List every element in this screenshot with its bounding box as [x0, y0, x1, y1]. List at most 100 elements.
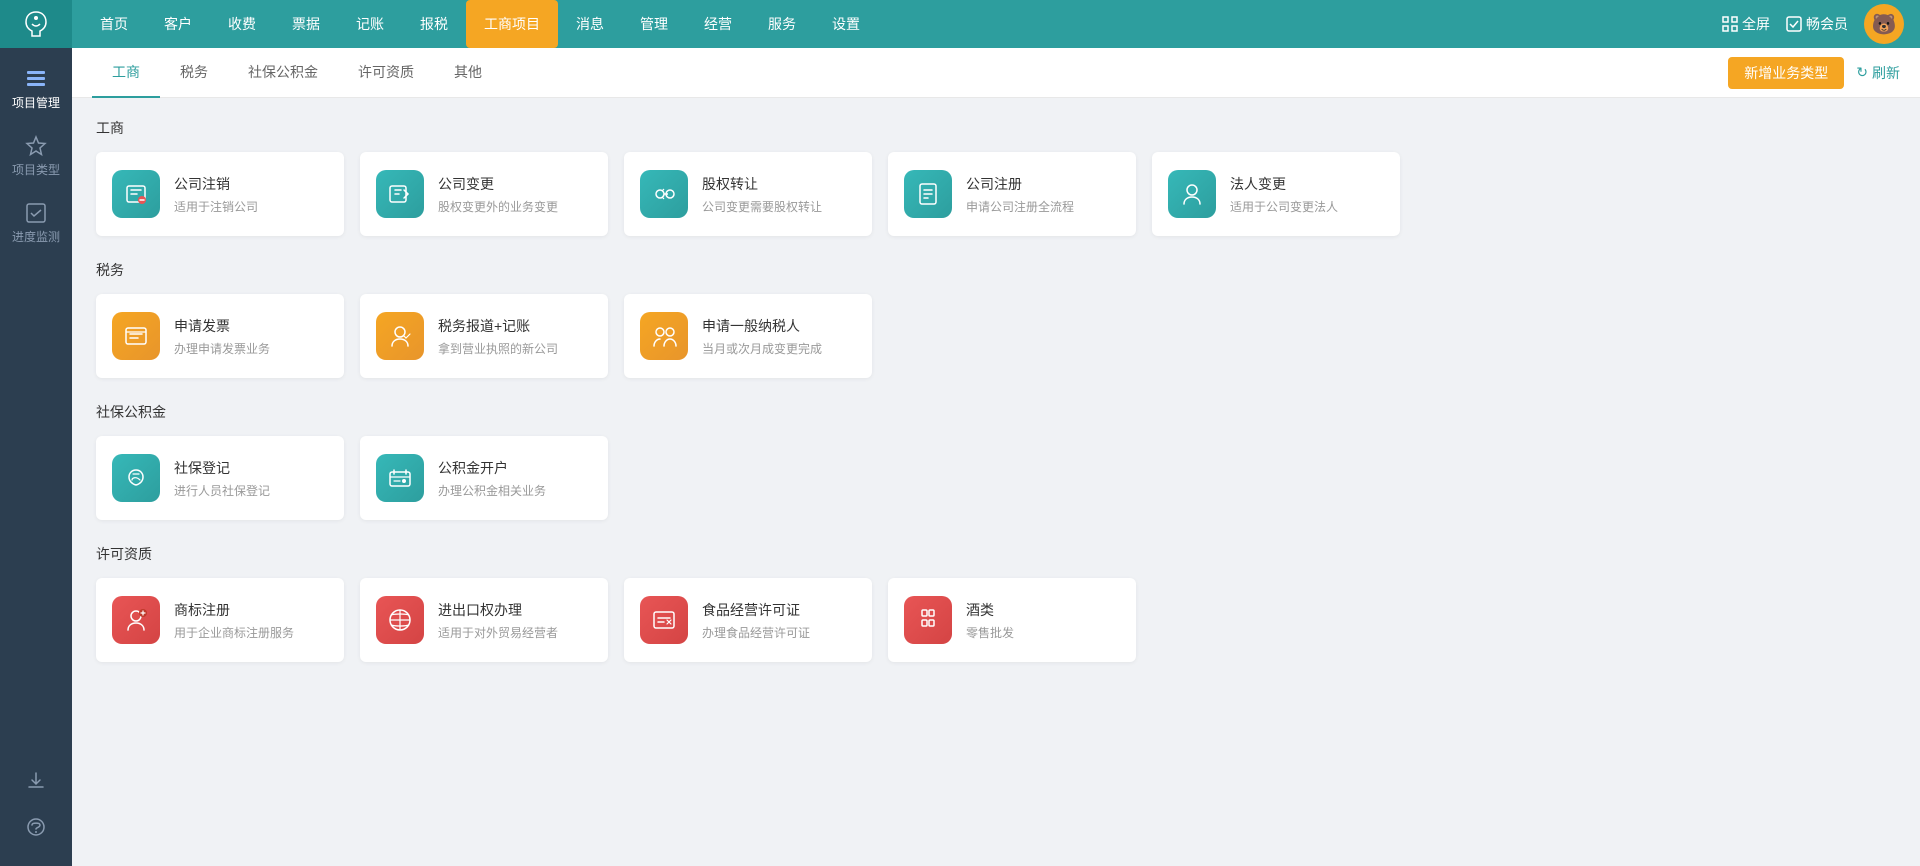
card-desc-company-change: 股权变更外的业务变更 — [438, 198, 558, 215]
nav-customer[interactable]: 客户 — [146, 0, 210, 48]
card-desc-fund-open: 办理公积金相关业务 — [438, 482, 546, 499]
tab-other[interactable]: 其他 — [434, 48, 502, 98]
card-trademark[interactable]: 商标注册 用于企业商标注册服务 — [96, 578, 344, 662]
card-icon-alcohol — [904, 596, 952, 644]
sidebar-item-project-manage[interactable]: 项目管理 — [0, 56, 72, 123]
card-text-equity-transfer: 股权转让 公司变更需要股权转让 — [702, 174, 822, 215]
card-text-trademark: 商标注册 用于企业商标注册服务 — [174, 600, 294, 641]
sidebar-label-prog: 进度监测 — [12, 228, 60, 245]
card-icon-company-cancel — [112, 170, 160, 218]
mascot-icon: 🐻 — [1864, 4, 1904, 44]
card-text-alcohol: 酒类 零售批发 — [966, 600, 1014, 641]
card-text-fund-open: 公积金开户 办理公积金相关业务 — [438, 458, 546, 499]
card-social-register[interactable]: 社保登记 进行人员社保登记 — [96, 436, 344, 520]
card-title-import-export: 进出口权办理 — [438, 600, 558, 620]
card-desc-general-taxpayer: 当月或次月成变更完成 — [702, 340, 822, 357]
refresh-icon: ↻ — [1856, 64, 1868, 81]
card-text-social-register: 社保登记 进行人员社保登记 — [174, 458, 270, 499]
card-icon-company-change — [376, 170, 424, 218]
nav-message[interactable]: 消息 — [558, 0, 622, 48]
card-icon-trademark — [112, 596, 160, 644]
card-icon-import-export — [376, 596, 424, 644]
section-license: 许可资质 商标注册 用于企业商 — [96, 544, 1896, 662]
nav-bizproject[interactable]: 工商项目 — [466, 0, 558, 48]
card-food-license[interactable]: 食品经营许可证 办理食品经营许可证 — [624, 578, 872, 662]
card-fund-open[interactable]: 公积金开户 办理公积金相关业务 — [360, 436, 608, 520]
card-title-equity-transfer: 股权转让 — [702, 174, 822, 194]
card-title-tax-accounting: 税务报道+记账 — [438, 316, 558, 336]
card-text-food-license: 食品经营许可证 办理食品经营许可证 — [702, 600, 810, 641]
nav-invoice[interactable]: 票据 — [274, 0, 338, 48]
card-title-general-taxpayer: 申请一般纳税人 — [702, 316, 822, 336]
card-alcohol[interactable]: 酒类 零售批发 — [888, 578, 1136, 662]
nav-service[interactable]: 服务 — [750, 0, 814, 48]
card-company-cancel[interactable]: 公司注销 适用于注销公司 — [96, 152, 344, 236]
nav-home[interactable]: 首页 — [82, 0, 146, 48]
card-icon-general-taxpayer — [640, 312, 688, 360]
tab-social[interactable]: 社保公积金 — [228, 48, 338, 98]
card-title-alcohol: 酒类 — [966, 600, 1014, 620]
sidebar-item-progress[interactable]: 进度监测 — [0, 190, 72, 257]
card-title-company-register: 公司注册 — [966, 174, 1074, 194]
nav-settings[interactable]: 设置 — [814, 0, 878, 48]
card-desc-legal-change: 适用于公司变更法人 — [1230, 198, 1338, 215]
card-desc-company-cancel: 适用于注销公司 — [174, 198, 258, 215]
card-desc-apply-invoice: 办理申请发票业务 — [174, 340, 270, 357]
card-desc-tax-accounting: 拿到营业执照的新公司 — [438, 340, 558, 357]
sidebar-support-btn[interactable] — [0, 804, 72, 850]
card-icon-equity-transfer — [640, 170, 688, 218]
section-social: 社保公积金 社保登记 进行人员社保登记 — [96, 402, 1896, 520]
card-tax-accounting[interactable]: 税务报道+记账 拿到营业执照的新公司 — [360, 294, 608, 378]
card-equity-transfer[interactable]: 股权转让 公司变更需要股权转让 — [624, 152, 872, 236]
member-btn[interactable]: 畅会员 — [1786, 14, 1848, 34]
card-text-company-cancel: 公司注销 适用于注销公司 — [174, 174, 258, 215]
section-title-social: 社保公积金 — [96, 402, 1896, 422]
tab-license[interactable]: 许可资质 — [338, 48, 434, 98]
nav-operation[interactable]: 经营 — [686, 0, 750, 48]
tab-bizreg[interactable]: 工商 — [92, 48, 160, 98]
section-title-license: 许可资质 — [96, 544, 1896, 564]
sidebar-item-project-type[interactable]: 项目类型 — [0, 123, 72, 190]
cards-grid-tax: 申请发票 办理申请发票业务 税务报 — [96, 294, 1896, 378]
card-title-apply-invoice: 申请发票 — [174, 316, 270, 336]
card-desc-equity-transfer: 公司变更需要股权转让 — [702, 198, 822, 215]
sidebar-download-btn[interactable] — [0, 758, 72, 804]
card-title-social-register: 社保登记 — [174, 458, 270, 478]
card-company-change[interactable]: 公司变更 股权变更外的业务变更 — [360, 152, 608, 236]
card-desc-food-license: 办理食品经营许可证 — [702, 624, 810, 641]
member-label: 畅会员 — [1806, 14, 1848, 34]
tab-actions: 新增业务类型 ↻ 刷新 — [1728, 57, 1900, 89]
cards-grid-social: 社保登记 进行人员社保登记 — [96, 436, 1896, 520]
nav-accounting[interactable]: 记账 — [338, 0, 402, 48]
card-desc-alcohol: 零售批发 — [966, 624, 1014, 641]
left-sidebar: 项目管理 项目类型 进度监测 — [0, 48, 72, 866]
nav-manage[interactable]: 管理 — [622, 0, 686, 48]
card-title-company-cancel: 公司注销 — [174, 174, 258, 194]
card-title-food-license: 食品经营许可证 — [702, 600, 810, 620]
cards-grid-license: 商标注册 用于企业商标注册服务 — [96, 578, 1896, 662]
content-area: 工商 税务 社保公积金 许可资质 其他 新增业务类型 ↻ 刷新 工商 — [72, 48, 1920, 866]
section-tax: 税务 申请发票 办理申请发票业务 — [96, 260, 1896, 378]
card-text-company-register: 公司注册 申请公司注册全流程 — [966, 174, 1074, 215]
new-type-button[interactable]: 新增业务类型 — [1728, 57, 1844, 89]
nav-tax[interactable]: 报税 — [402, 0, 466, 48]
card-import-export[interactable]: 进出口权办理 适用于对外贸易经营者 — [360, 578, 608, 662]
cards-grid-bizreg: 公司注销 适用于注销公司 公司变更 — [96, 152, 1896, 236]
card-text-tax-accounting: 税务报道+记账 拿到营业执照的新公司 — [438, 316, 558, 357]
nav-fee[interactable]: 收费 — [210, 0, 274, 48]
nav-right: 全屏 畅会员 🐻 — [1722, 4, 1920, 44]
card-icon-company-register — [904, 170, 952, 218]
sidebar-label-pm: 项目管理 — [12, 94, 60, 111]
nav-items: 首页 客户 收费 票据 记账 报税 工商项目 消息 管理 经营 服务 设置 — [72, 0, 1722, 48]
tab-tax[interactable]: 税务 — [160, 48, 228, 98]
card-general-taxpayer[interactable]: 申请一般纳税人 当月或次月成变更完成 — [624, 294, 872, 378]
card-legal-change[interactable]: 法人变更 适用于公司变更法人 — [1152, 152, 1400, 236]
card-text-apply-invoice: 申请发票 办理申请发票业务 — [174, 316, 270, 357]
card-apply-invoice[interactable]: 申请发票 办理申请发票业务 — [96, 294, 344, 378]
card-icon-social-register — [112, 454, 160, 502]
refresh-button[interactable]: ↻ 刷新 — [1856, 63, 1900, 83]
logo — [0, 0, 72, 48]
card-title-fund-open: 公积金开户 — [438, 458, 546, 478]
card-company-register[interactable]: 公司注册 申请公司注册全流程 — [888, 152, 1136, 236]
fullscreen-btn[interactable]: 全屏 — [1722, 14, 1770, 34]
